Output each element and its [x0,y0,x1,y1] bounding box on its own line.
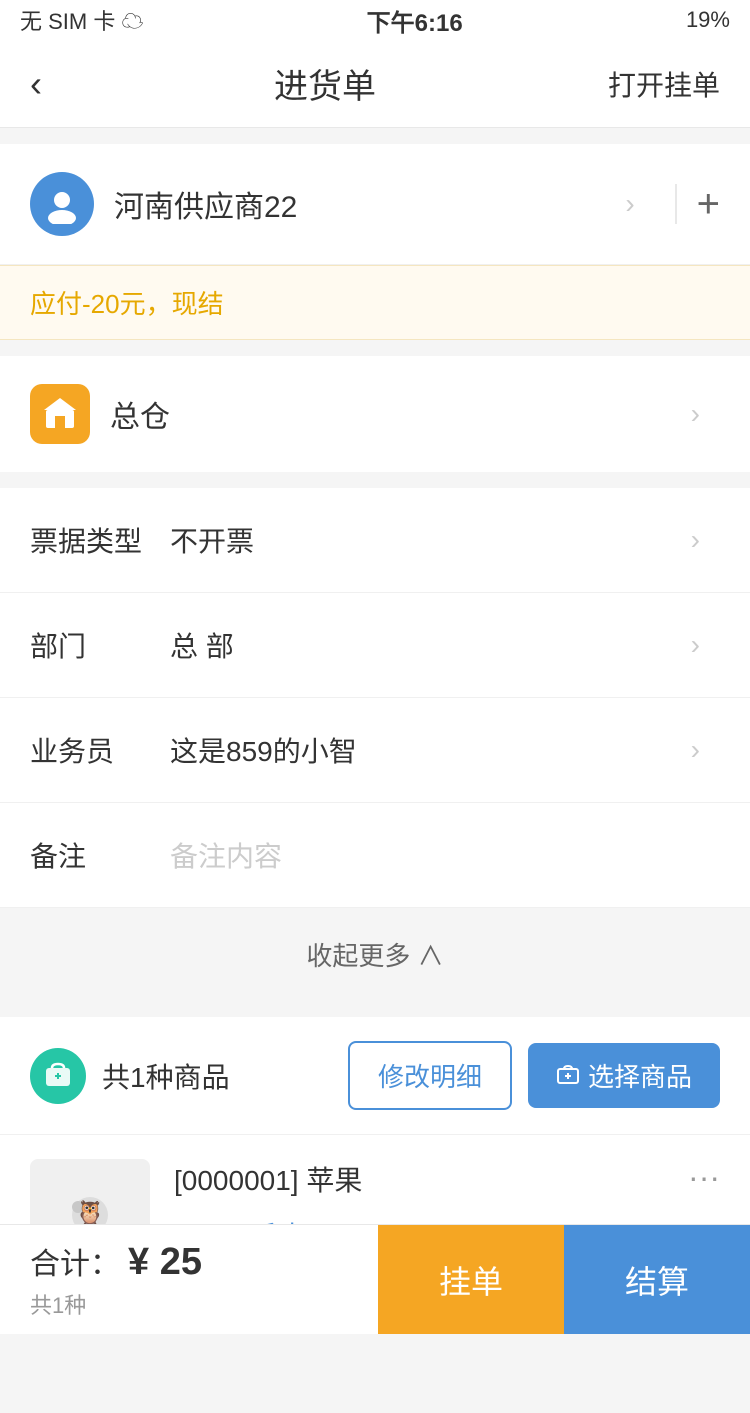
products-header: 共1种商品 修改明细 选择商品 [0,1017,750,1134]
salesman-label: 业务员 [30,730,150,770]
settle-button[interactable]: 结算 [564,1225,750,1334]
product-name: [0000001] 苹果 [174,1159,688,1199]
footer: 合计： ¥ 25 共1种 挂单 结算 [0,1224,750,1334]
supplier-chevron-icon: › [625,188,634,220]
supplier-section: 河南供应商22 › + 应付-20元，现结 [0,144,750,340]
warehouse-row[interactable]: 总仓 › [0,356,750,472]
salesman-value: 这是859的小智 [150,730,691,770]
invoice-type-value: 不开票 [150,520,691,560]
supplier-avatar [30,172,94,236]
salesman-row[interactable]: 业务员 这是859的小智 › [0,698,750,803]
department-chevron-icon: › [691,629,700,661]
supplier-divider [675,184,677,224]
salesman-chevron-icon: › [691,734,700,766]
warehouse-name: 总仓 [110,392,691,436]
collapse-more-button[interactable]: 收起更多 ∧ [0,908,750,1001]
edit-detail-button[interactable]: 修改明细 [348,1041,512,1110]
add-supplier-button[interactable]: + [697,182,720,227]
open-hang-button[interactable]: 打开挂单 [608,64,720,104]
department-row[interactable]: 部门 总 部 › [0,593,750,698]
nav-bar: ‹ 进货单 打开挂单 [0,40,750,128]
invoice-type-row[interactable]: 票据类型 不开票 › [0,488,750,593]
department-label: 部门 [30,625,150,665]
back-button[interactable]: ‹ [30,63,42,105]
hang-button[interactable]: 挂单 [378,1225,564,1334]
warehouse-section: 总仓 › [0,356,750,472]
status-right: 19% [686,7,730,33]
product-title: 苹果 [306,1165,362,1196]
status-time: 下午6:16 [367,3,463,38]
total-label: 合计： [30,1239,120,1283]
remark-row[interactable]: 备注 备注内容 [0,803,750,908]
battery-text: 19% [686,7,730,33]
page-title: 进货单 [274,59,376,108]
remark-label: 备注 [30,835,150,875]
supplier-notice: 应付-20元，现结 [0,265,750,340]
supplier-row[interactable]: 河南供应商22 › + [0,144,750,265]
svg-text:🦉: 🦉 [75,1200,105,1227]
invoice-type-chevron-icon: › [691,524,700,556]
product-more-button[interactable]: ··· [688,1159,720,1196]
warehouse-chevron-icon: › [691,398,700,430]
status-left: 无 SIM 卡 ☁ [20,4,143,36]
product-code: [0000001] [174,1165,299,1196]
supplier-name: 河南供应商22 [114,182,625,226]
status-bar: 无 SIM 卡 ☁ 下午6:16 19% [0,0,750,40]
department-value: 总 部 [150,625,691,665]
footer-sub-label: 共1种 [30,1288,348,1320]
invoice-type-label: 票据类型 [30,520,150,560]
select-product-button[interactable]: 选择商品 [528,1043,720,1108]
signal-text: 无 SIM 卡 ☁ [20,4,143,36]
remark-input[interactable]: 备注内容 [150,835,720,875]
footer-total: 合计： ¥ 25 共1种 [0,1225,378,1334]
products-icon [30,1048,86,1104]
warehouse-icon [30,384,90,444]
form-section: 票据类型 不开票 › 部门 总 部 › 业务员 这是859的小智 › 备注 备注… [0,488,750,908]
select-product-label: 选择商品 [588,1057,692,1094]
total-amount: ¥ 25 [128,1241,202,1284]
footer-total-line: 合计： ¥ 25 [30,1239,348,1284]
products-count: 共1种商品 [102,1056,348,1096]
